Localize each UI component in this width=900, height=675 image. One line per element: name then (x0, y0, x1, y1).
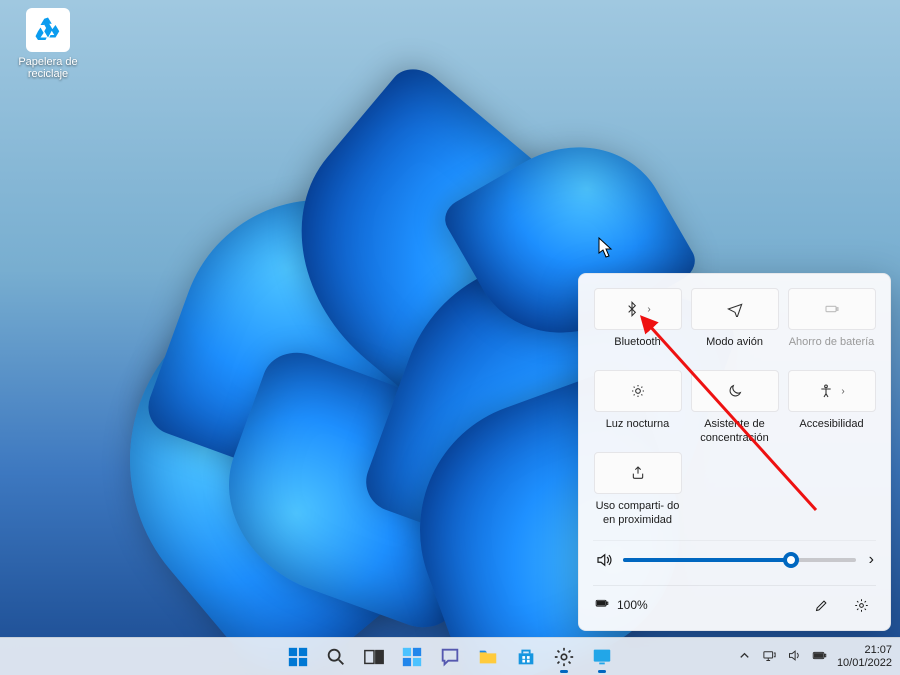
qs-tile-nearby-share[interactable]: Uso comparti- do en proximidad (593, 452, 682, 528)
chevron-up-icon (737, 648, 752, 663)
tray-date: 10/01/2022 (837, 657, 892, 670)
gear-icon (553, 646, 575, 668)
task-view-icon (363, 646, 385, 668)
quick-settings-panel: › Bluetooth Modo avión Ahorro de batería… (578, 273, 891, 631)
chevron-right-icon: › (647, 304, 650, 315)
tray-battery-button[interactable] (812, 648, 827, 666)
quick-settings-grid: › Bluetooth Modo avión Ahorro de batería… (593, 288, 876, 528)
gear-icon (854, 598, 869, 613)
task-view-button[interactable] (356, 639, 392, 675)
qs-tile-nearby-share-label: Uso comparti- do en proximidad (593, 500, 682, 528)
qs-tile-accessibility-label: Accesibilidad (799, 418, 863, 446)
pencil-icon (814, 598, 829, 613)
qs-tile-battery-saver[interactable]: Ahorro de batería (787, 288, 876, 364)
qs-tile-focus-assist[interactable]: Asistente de concentración (690, 370, 779, 446)
volume-row: › (593, 540, 876, 579)
start-button[interactable] (280, 639, 316, 675)
taskbar-center (280, 639, 620, 675)
folder-icon (477, 646, 499, 668)
qs-tile-night-light-label: Luz nocturna (606, 418, 670, 446)
chat-icon (439, 646, 461, 668)
moon-icon (727, 383, 743, 399)
speaker-icon (787, 648, 802, 663)
battery-percentage: 100% (617, 598, 648, 612)
qs-tile-airplane[interactable]: Modo avión (690, 288, 779, 364)
open-settings-button[interactable] (846, 590, 876, 620)
qs-tile-bluetooth[interactable]: › Bluetooth (593, 288, 682, 364)
widgets-icon (401, 646, 423, 668)
taskbar: 21:07 10/01/2022 (0, 637, 900, 675)
tray-volume-button[interactable] (787, 648, 802, 666)
qs-tile-night-light[interactable]: Luz nocturna (593, 370, 682, 446)
chat-button[interactable] (432, 639, 468, 675)
battery-icon (593, 598, 611, 612)
qs-tile-battery-saver-label: Ahorro de batería (789, 336, 875, 364)
tray-clock[interactable]: 21:07 10/01/2022 (837, 644, 892, 669)
tray-overflow-button[interactable] (737, 648, 752, 666)
speaker-icon (595, 551, 613, 569)
store-icon (515, 646, 537, 668)
qs-tile-focus-assist-label: Asistente de concentración (690, 418, 779, 446)
recycle-bin-icon (26, 8, 70, 52)
settings-app-button[interactable] (546, 639, 582, 675)
qs-tile-airplane-label: Modo avión (706, 336, 763, 364)
desktop-icon-recycle-bin[interactable]: Papelera de reciclaje (14, 8, 82, 80)
volume-slider[interactable] (623, 558, 856, 562)
windows-icon (287, 646, 309, 668)
qs-tile-accessibility[interactable]: › Accesibilidad (787, 370, 876, 446)
tray-time: 21:07 (837, 644, 892, 657)
network-icon (762, 648, 777, 663)
battery-icon (812, 648, 827, 663)
battery-saver-icon (824, 301, 840, 317)
file-explorer-button[interactable] (470, 639, 506, 675)
bluetooth-icon (624, 301, 640, 317)
system-tray: 21:07 10/01/2022 (737, 644, 892, 669)
qs-footer: 100% (593, 585, 876, 622)
share-icon (630, 465, 646, 481)
accessibility-icon (818, 383, 834, 399)
edit-quick-settings-button[interactable] (806, 590, 836, 620)
search-icon (325, 646, 347, 668)
monitor-icon (591, 646, 613, 668)
running-app-button[interactable] (584, 639, 620, 675)
mouse-cursor (598, 237, 614, 259)
store-button[interactable] (508, 639, 544, 675)
airplane-icon (727, 301, 743, 317)
widgets-button[interactable] (394, 639, 430, 675)
recycle-bin-label: Papelera de reciclaje (14, 56, 82, 80)
audio-output-chevron[interactable]: › (869, 551, 874, 569)
sun-icon (630, 383, 646, 399)
search-button[interactable] (318, 639, 354, 675)
tray-network-button[interactable] (762, 648, 777, 666)
qs-tile-bluetooth-label: Bluetooth (614, 336, 660, 364)
chevron-right-icon: › (841, 386, 844, 397)
